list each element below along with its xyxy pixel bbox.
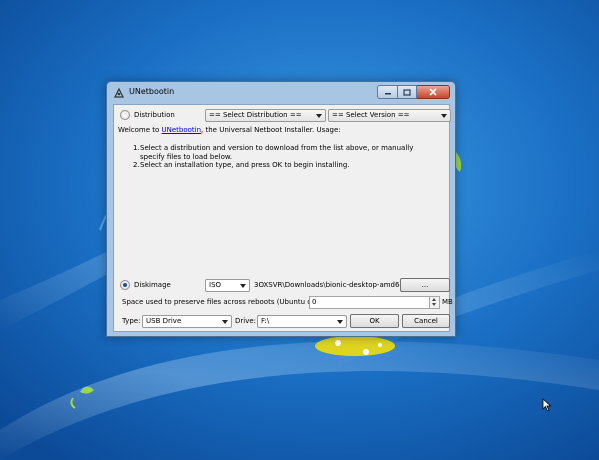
close-button[interactable] [417,85,450,99]
ok-button[interactable]: OK [350,314,399,328]
window-title: UNetbootin [129,87,175,96]
step-number: 2. [133,161,140,170]
usage-step: 2. Select an installation type, and press… [118,161,438,169]
select-version-value: == Select Version == [332,111,410,119]
maximize-button[interactable] [398,85,417,99]
install-type-value: USB Drive [146,317,182,325]
welcome-prefix: Welcome to [118,126,162,134]
chevron-down-icon [441,114,447,118]
unetbootin-window: UNetbootin Distribution == Select Distri… [106,81,456,337]
mouse-cursor-icon [542,398,552,412]
diskimage-radio[interactable] [120,280,130,290]
persist-unit: MB [442,298,453,306]
title-bar[interactable]: UNetbootin [107,82,455,104]
unetbootin-app-icon [114,87,124,98]
select-distribution-value: == Select Distribution == [209,111,302,119]
iso-path-field[interactable]: 3OXSVR\Downloads\bionic-desktop-amd64.is… [251,279,416,292]
chevron-down-icon [316,114,322,118]
persist-size-value: 0 [312,298,317,306]
usage-steps: 1. Select a distribution and version to d… [118,144,438,169]
radio-selected-dot [123,283,127,287]
step-text: Select an installation type, and press O… [140,161,350,170]
install-type-dropdown[interactable]: USB Drive [142,315,232,328]
image-type-value: ISO [209,281,222,289]
chevron-down-icon [240,284,246,288]
chevron-down-icon [337,320,343,324]
select-version-dropdown[interactable]: == Select Version == [328,109,451,122]
image-type-dropdown[interactable]: ISO [205,279,250,292]
step-text: Select a distribution and version to dow… [140,144,414,161]
step-number: 1. [133,144,140,153]
minimize-icon [384,93,391,95]
distribution-label: Distribution [134,111,175,119]
drive-label: Drive: [235,317,257,325]
persist-size-spinner[interactable] [429,296,440,309]
chevron-down-icon [222,320,228,324]
iso-path-value: 3OXSVR\Downloads\bionic-desktop-amd64.is… [254,281,416,289]
spin-up-icon [432,298,436,301]
window-client-area: Distribution == Select Distribution == =… [113,104,453,332]
welcome-text: Welcome to UNetbootin, the Universal Net… [118,126,438,134]
drive-value: F:\ [261,317,270,325]
type-label: Type: [122,317,141,325]
minimize-button[interactable] [377,85,398,99]
welcome-suffix: , the Universal Netboot Installer. Usage… [201,126,341,134]
select-distribution-dropdown[interactable]: == Select Distribution == [205,109,326,122]
usage-step: 1. Select a distribution and version to d… [118,144,438,161]
spin-down-icon [432,303,436,306]
close-icon [429,88,437,96]
usage-instructions: Welcome to UNetbootin, the Universal Net… [118,126,438,170]
unetbootin-link[interactable]: UNetbootin [162,126,202,134]
persist-size-input[interactable]: 0 [309,296,430,309]
maximize-icon [403,88,411,96]
drive-dropdown[interactable]: F:\ [257,315,347,328]
browse-button[interactable]: ... [400,278,450,292]
diskimage-label: Diskimage [134,281,171,289]
cancel-button[interactable]: Cancel [402,314,450,328]
persist-label: Space used to preserve files across rebo… [122,298,328,306]
distribution-radio[interactable] [120,110,130,120]
